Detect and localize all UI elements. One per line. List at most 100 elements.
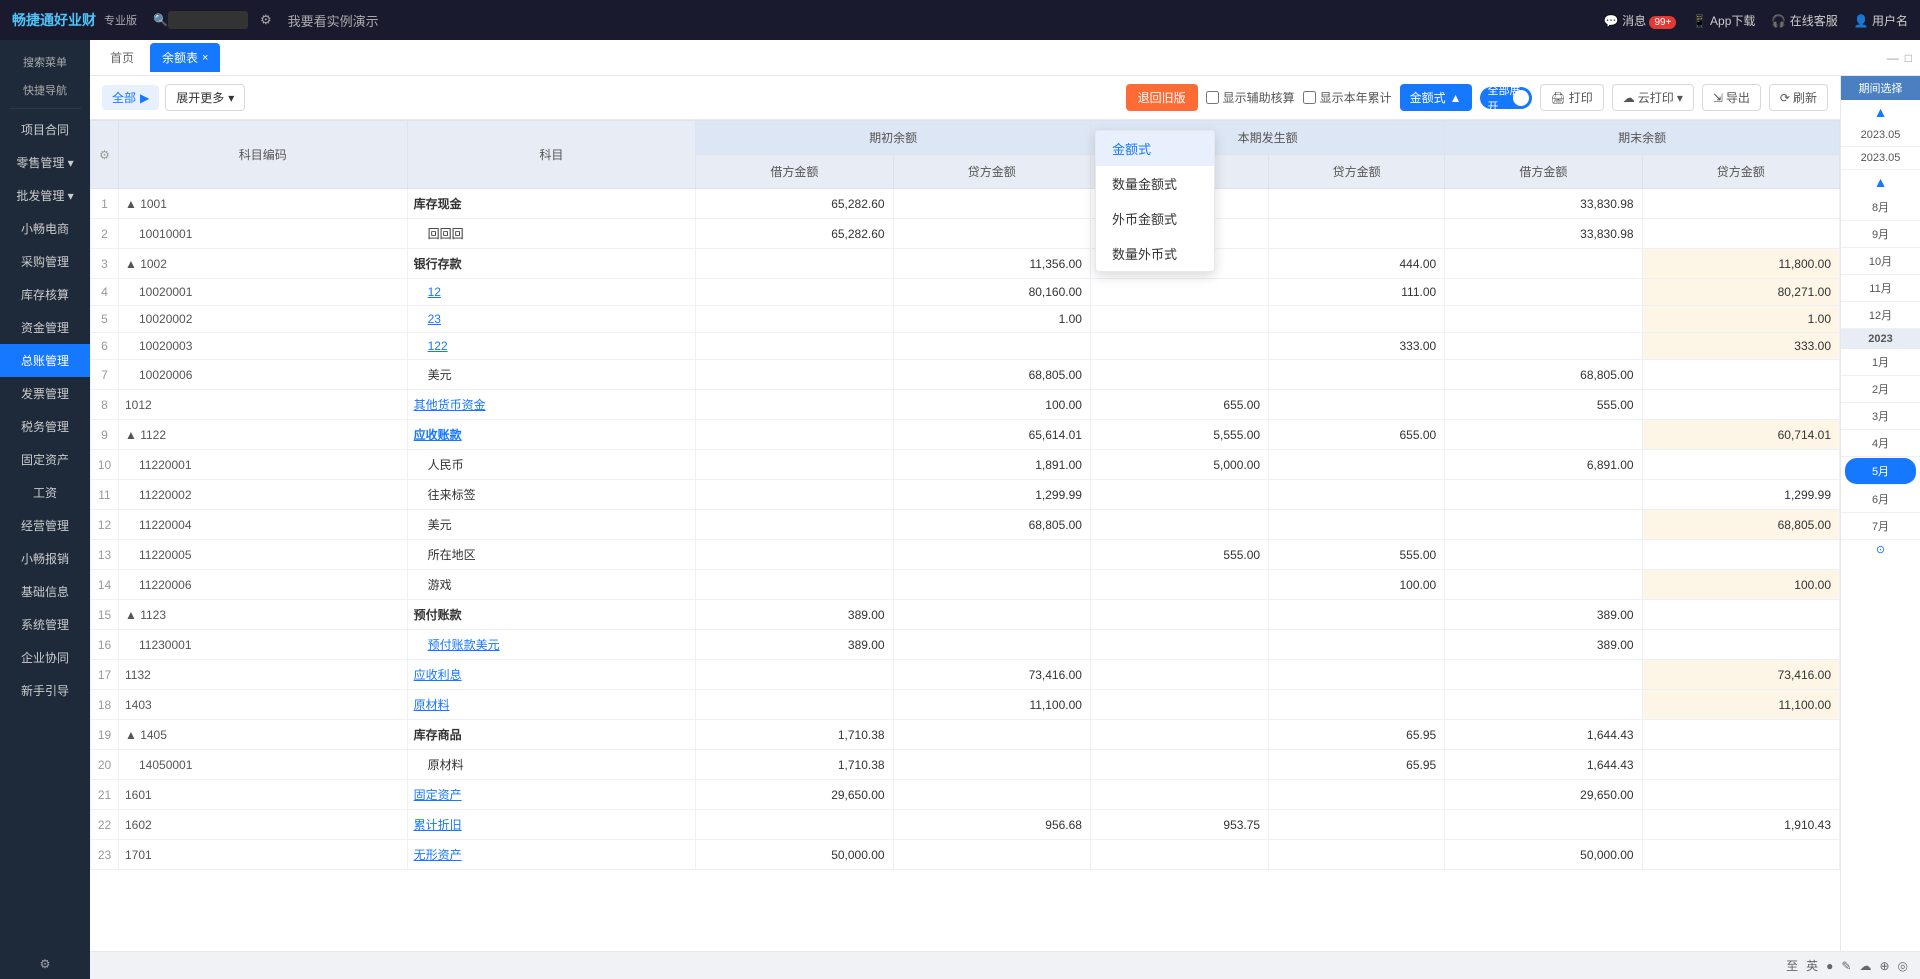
period-collapse-btn[interactable]: ⊙	[1841, 540, 1920, 559]
bottom-icon-5[interactable]: ☁	[1859, 959, 1871, 973]
sidebar-item-expense[interactable]: 小畅报销	[0, 542, 90, 575]
expand-more-btn[interactable]: 展开更多 ▾	[165, 84, 245, 111]
period-up-arrow2[interactable]: ▲	[1841, 170, 1920, 194]
return-old-btn[interactable]: 退回旧版	[1126, 84, 1198, 111]
cell-name[interactable]: 预付账款美元	[407, 630, 696, 660]
amount-style-btn[interactable]: 金额式 ▲	[1400, 84, 1472, 111]
cell-name[interactable]: 无形资产	[407, 840, 696, 870]
dropdown-item-qty-amount[interactable]: 数量金额式	[1096, 166, 1214, 201]
search-bar[interactable]	[168, 11, 248, 29]
cell-name[interactable]: 12	[407, 279, 696, 306]
bottom-icon-4[interactable]: ✎	[1841, 959, 1851, 973]
tab-maximize[interactable]: □	[1905, 51, 1912, 65]
sidebar-item-ecommerce[interactable]: 小畅电商	[0, 212, 90, 245]
th-settings[interactable]: ⚙	[91, 121, 119, 189]
tab-minimize[interactable]: —	[1887, 51, 1899, 65]
show-auxiliary-check[interactable]: 显示辅助核算	[1206, 89, 1295, 106]
sidebar-item-retail[interactable]: 零售管理 ▾	[0, 146, 90, 179]
period-item-8[interactable]: 8月	[1841, 194, 1920, 221]
cell-name: 库存商品	[407, 720, 696, 750]
sidebar-item-assets[interactable]: 固定资产	[0, 443, 90, 476]
user-menu[interactable]: 👤 用户名	[1854, 12, 1908, 29]
period-item-7[interactable]: 7月	[1841, 513, 1920, 540]
cell-name: 所在地区	[407, 540, 696, 570]
breadcrumb-all[interactable]: 全部 ▶	[102, 85, 159, 110]
sidebar-search[interactable]: 搜索菜单	[0, 48, 90, 76]
sidebar-item-invoice[interactable]: 发票管理	[0, 377, 90, 410]
auxiliary-checkbox[interactable]	[1206, 91, 1219, 104]
cell-name[interactable]: 其他货币资金	[407, 390, 696, 420]
dropdown-item-foreign-amount[interactable]: 外币金额式	[1096, 201, 1214, 236]
table-row: 221602累计折旧956.68953.751,910.43	[91, 810, 1840, 840]
period-item-5[interactable]: 5月	[1845, 458, 1916, 485]
bottom-icon-1[interactable]: 至	[1786, 957, 1798, 974]
table-row: 1611230001预付账款美元389.00389.00	[91, 630, 1840, 660]
sidebar-item-capital[interactable]: 资金管理	[0, 311, 90, 344]
expand-all-toggle[interactable]: 全部展开	[1480, 87, 1532, 109]
sidebar-item-wholesale[interactable]: 批发管理 ▾	[0, 179, 90, 212]
sidebar-item-purchase[interactable]: 采购管理	[0, 245, 90, 278]
ytd-checkbox[interactable]	[1303, 91, 1316, 104]
period-item-2[interactable]: 2月	[1841, 376, 1920, 403]
cell-name[interactable]: 累计折旧	[407, 810, 696, 840]
export-btn[interactable]: ⇲ 导出	[1702, 84, 1761, 111]
show-ytd-check[interactable]: 显示本年累计	[1303, 89, 1392, 106]
settings-icon[interactable]: ⚙	[260, 12, 272, 28]
sidebar-item-project[interactable]: 项目合同	[0, 113, 90, 146]
refresh-btn[interactable]: ⟳ 刷新	[1769, 84, 1828, 111]
demo-link[interactable]: 我要看实例演示	[288, 11, 379, 30]
period-item-11[interactable]: 11月	[1841, 275, 1920, 302]
bottom-icon-3[interactable]: ●	[1826, 959, 1833, 973]
sidebar-gear-icon[interactable]: ⚙	[32, 949, 59, 979]
print-btn[interactable]: 🖨 打印	[1540, 84, 1604, 111]
period-up-arrow[interactable]: ▲	[1841, 100, 1920, 124]
cell-name[interactable]: 原材料	[407, 690, 696, 720]
tab-balance-sheet[interactable]: 余额表 ×	[150, 43, 220, 72]
cell-rownum: 23	[91, 840, 119, 870]
cell-name[interactable]: 122	[407, 333, 696, 360]
period-item-12[interactable]: 12月	[1841, 302, 1920, 329]
tab-close-btn[interactable]: ×	[202, 52, 208, 64]
sidebar-item-inventory[interactable]: 库存核算	[0, 278, 90, 311]
dropdown-item-amount[interactable]: 金额式	[1096, 131, 1214, 166]
cell-pd-credit	[1269, 306, 1445, 333]
cell-code: 1012	[119, 390, 408, 420]
cell-ob-credit	[893, 570, 1090, 600]
cell-ob-debit: 65,282.60	[696, 219, 893, 249]
period-item-6[interactable]: 6月	[1841, 486, 1920, 513]
period-item-10[interactable]: 10月	[1841, 248, 1920, 275]
cloud-print-btn[interactable]: ☁ 云打印 ▾	[1612, 84, 1694, 111]
app-download-btn[interactable]: 📱 App下载	[1692, 12, 1755, 29]
cloud-icon: ☁	[1623, 91, 1635, 105]
period-item-9[interactable]: 9月	[1841, 221, 1920, 248]
cell-ob-debit	[696, 570, 893, 600]
period-item-2023-05-1[interactable]: 2023.05	[1841, 124, 1920, 147]
sidebar-item-guide[interactable]: 新手引导	[0, 674, 90, 707]
cell-code: 10020006	[119, 360, 408, 390]
period-item-4[interactable]: 4月	[1841, 430, 1920, 457]
cell-name[interactable]: 23	[407, 306, 696, 333]
sidebar-item-salary[interactable]: 工资	[0, 476, 90, 509]
message-btn[interactable]: 💬 消息 99+	[1604, 12, 1677, 29]
period-item-1[interactable]: 1月	[1841, 349, 1920, 376]
cell-ob-debit	[696, 420, 893, 450]
period-item-3[interactable]: 3月	[1841, 403, 1920, 430]
sidebar-item-enterprise[interactable]: 企业协同	[0, 641, 90, 674]
online-service-btn[interactable]: 🎧 在线客服	[1771, 12, 1837, 29]
bottom-icon-6[interactable]: ⊕	[1879, 959, 1889, 973]
sidebar-item-tax[interactable]: 税务管理	[0, 410, 90, 443]
tab-home[interactable]: 首页	[98, 43, 146, 72]
toggle-knob	[1513, 90, 1529, 106]
cell-name[interactable]: 固定资产	[407, 780, 696, 810]
sidebar-item-ledger[interactable]: 总账管理	[0, 344, 90, 377]
sidebar-item-operations[interactable]: 经营管理	[0, 509, 90, 542]
bottom-icon-2[interactable]: 英	[1806, 957, 1818, 974]
sidebar-item-basic[interactable]: 基础信息	[0, 575, 90, 608]
sidebar-item-system[interactable]: 系统管理	[0, 608, 90, 641]
bottom-icon-7[interactable]: ◎	[1898, 959, 1908, 973]
cell-name[interactable]: 应收账款	[407, 420, 696, 450]
cell-name[interactable]: 应收利息	[407, 660, 696, 690]
dropdown-item-qty-foreign[interactable]: 数量外币式	[1096, 236, 1214, 271]
period-item-2023-05-2[interactable]: 2023.05	[1841, 147, 1920, 170]
sidebar-quick-nav[interactable]: 快捷导航	[0, 76, 90, 104]
